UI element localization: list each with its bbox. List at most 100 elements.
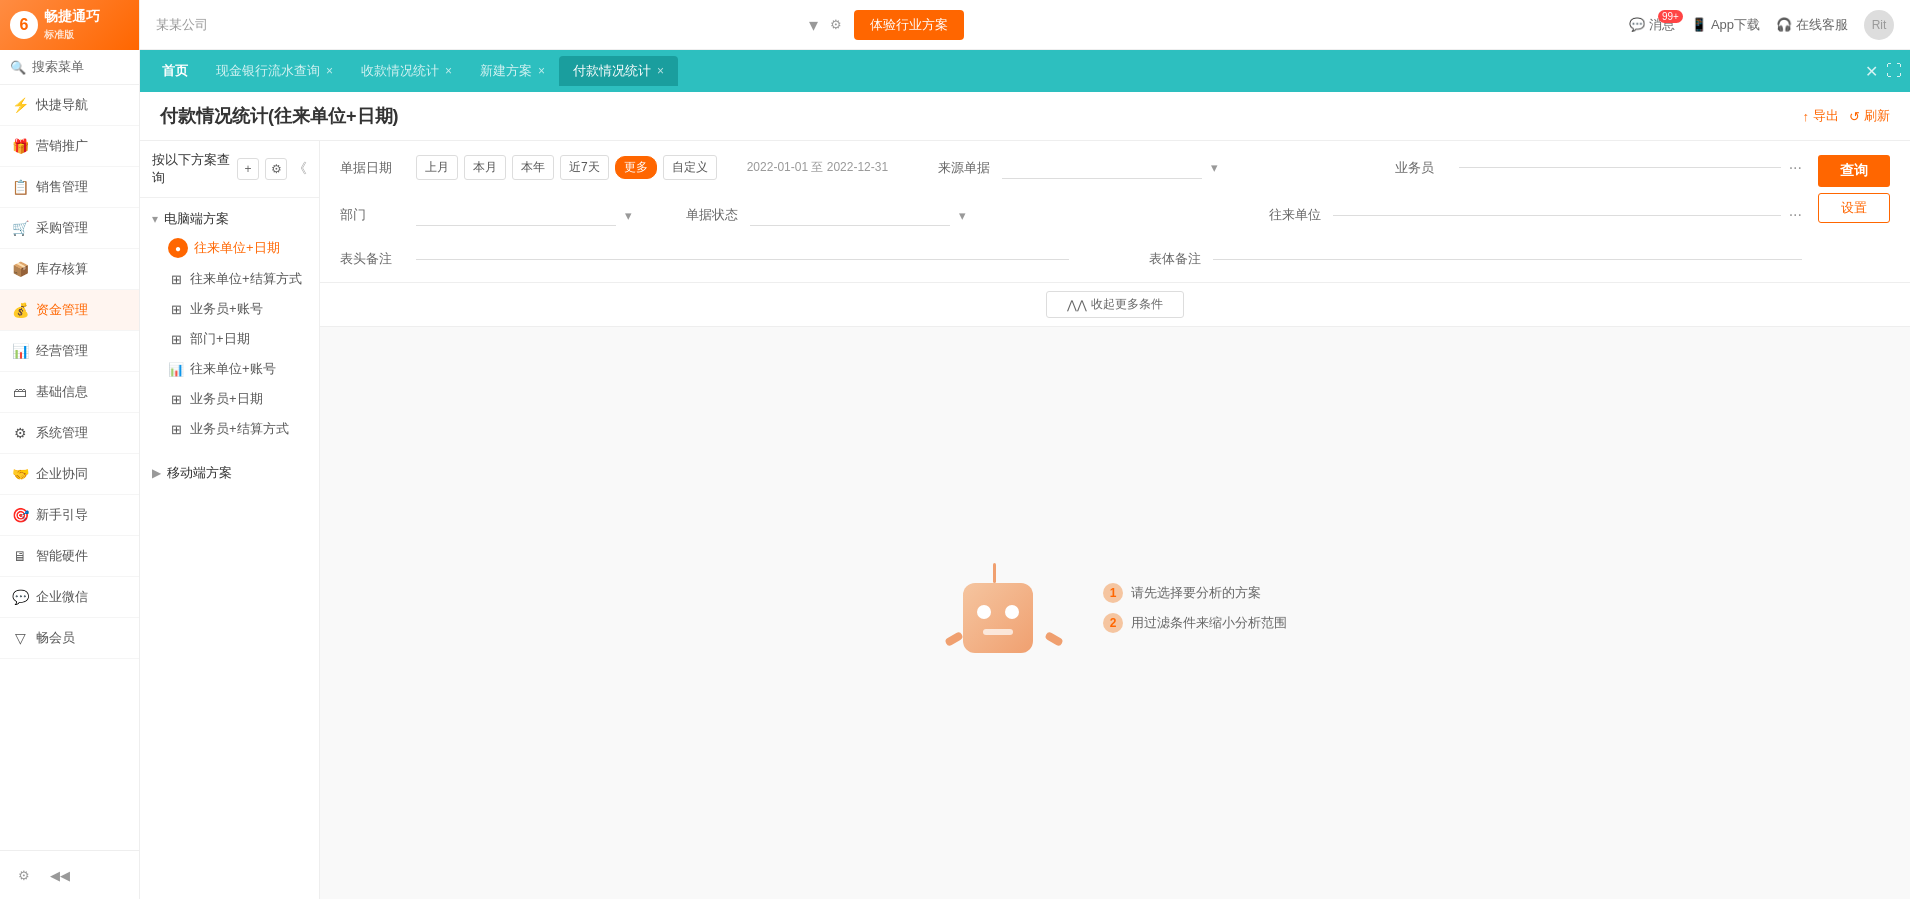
phone-icon: 📱 [1691, 17, 1707, 32]
app-download-btn[interactable]: 📱 App下载 [1691, 16, 1760, 34]
sidebar-item-member[interactable]: ▽ 畅会员 [0, 618, 139, 659]
sidebar-item-capital[interactable]: 💰 资金管理 [0, 290, 139, 331]
sidebar-item-sales[interactable]: 📋 销售管理 [0, 167, 139, 208]
scheme-table-icon: ⊞ [168, 301, 184, 317]
tab-bar: 首页 现金银行流水查询 × 收款情况统计 × 新建方案 × 付款情况统计 × ✕… [140, 50, 1910, 92]
sidebar-settings-btn[interactable]: ⚙ [10, 861, 38, 889]
sidebar-item-inventory[interactable]: 📦 库存核算 [0, 249, 139, 290]
hint-num-1: 1 [1103, 583, 1123, 603]
tab-new-scheme[interactable]: 新建方案 × [466, 56, 559, 86]
tab-receipt-stat-close[interactable]: × [445, 64, 452, 78]
tab-home[interactable]: 首页 [148, 56, 202, 86]
sidebar-collapse-btn[interactable]: ◀◀ [46, 861, 74, 889]
trial-btn[interactable]: 体验行业方案 [854, 10, 964, 40]
scheme-item-partner-date[interactable]: ● 往来单位+日期 [140, 232, 319, 264]
tab-home-label: 首页 [162, 62, 188, 80]
sidebar-item-hardware[interactable]: 🖥 智能硬件 [0, 536, 139, 577]
topbar-dropdown-icon[interactable]: ▾ [809, 14, 818, 36]
tab-bank-flow-close[interactable]: × [326, 64, 333, 78]
user-avatar[interactable]: Rit [1864, 10, 1894, 40]
sidebar-item-marketing[interactable]: 🎁 营销推广 [0, 126, 139, 167]
scheme-table-icon: ⊞ [168, 331, 184, 347]
scheme-item-dept-date[interactable]: ⊞ 部门+日期 [140, 324, 319, 354]
page-title: 付款情况统计(往来单位+日期) [160, 104, 399, 128]
robot-left-arm [944, 631, 964, 647]
filter-row-dept: 部门 单据状态 [340, 204, 1802, 226]
sidebar-footer: ⚙ ◀◀ [0, 850, 139, 899]
scheme-item-label: 往来单位+账号 [190, 360, 276, 378]
export-btn[interactable]: ↑ 导出 [1803, 107, 1840, 125]
sidebar-search[interactable]: 🔍 搜索菜单 [0, 50, 139, 85]
filter-settings-btn[interactable]: 设置 [1818, 193, 1890, 223]
scheme-mobile-label: 移动端方案 [167, 464, 232, 482]
tab-bank-flow[interactable]: 现金银行流水查询 × [202, 56, 347, 86]
salesman-label: 业务员 [1395, 159, 1451, 177]
sidebar-item-label: 采购管理 [36, 219, 88, 237]
robot-right-arm [1044, 631, 1064, 647]
tab-payment-stat-label: 付款情况统计 [573, 62, 651, 80]
date-btn-last-month[interactable]: 上月 [416, 155, 458, 180]
scheme-mobile-section: ▶ 移动端方案 [140, 452, 319, 494]
sidebar-item-wechat[interactable]: 💬 企业微信 [0, 577, 139, 618]
date-btn-last-7-days[interactable]: 近7天 [560, 155, 609, 180]
date-btn-this-year[interactable]: 本年 [512, 155, 554, 180]
sidebar-item-system[interactable]: ⚙ 系统管理 [0, 413, 139, 454]
scheme-panel: 按以下方案查询 + ⚙ 《 ▾ 电脑端方案 ● 往来单位+日期 [140, 141, 320, 899]
scheme-panel-header: 按以下方案查询 + ⚙ 《 [140, 141, 319, 198]
sidebar-item-label: 经营管理 [36, 342, 88, 360]
salesman-select-dots[interactable]: ··· [1789, 159, 1802, 177]
export-label: 导出 [1813, 107, 1839, 125]
sidebar-item-operation[interactable]: 📊 经营管理 [0, 331, 139, 372]
collapse-conditions-btn[interactable]: ⋀⋀ 收起更多条件 [1046, 291, 1184, 318]
sidebar-item-label: 畅会员 [36, 629, 75, 647]
sidebar-item-basic[interactable]: 🗃 基础信息 [0, 372, 139, 413]
topbar-gear-icon[interactable]: ⚙ [830, 17, 842, 32]
date-btn-more[interactable]: 更多 [615, 156, 657, 179]
scheme-item-partner-settlement[interactable]: ⊞ 往来单位+结算方式 [140, 264, 319, 294]
scheme-collapse-btn[interactable]: 《 [293, 160, 307, 178]
online-service-btn[interactable]: 🎧 在线客服 [1776, 16, 1848, 34]
partner-select-dots[interactable]: ··· [1789, 206, 1802, 224]
source-doc-select[interactable] [1002, 157, 1202, 179]
sidebar-item-enterprise[interactable]: 🤝 企业协同 [0, 454, 139, 495]
sidebar-header: 6 畅捷通巧 标准版 [0, 0, 139, 50]
scheme-item-salesman-date[interactable]: ⊞ 业务员+日期 [140, 384, 319, 414]
date-label: 单据日期 [340, 159, 396, 177]
scheme-item-partner-account[interactable]: 📊 往来单位+账号 [140, 354, 319, 384]
scheme-item-label: 业务员+账号 [190, 300, 263, 318]
doc-status-select[interactable] [750, 204, 950, 226]
scheme-add-btn[interactable]: + [237, 158, 259, 180]
dept-select[interactable] [416, 204, 616, 226]
query-btn[interactable]: 查询 [1818, 155, 1890, 187]
sidebar-nav: ⚡ 快捷导航 🎁 营销推广 📋 销售管理 🛒 采购管理 📦 库存核算 💰 资金管… [0, 85, 139, 850]
page-header: 付款情况统计(往来单位+日期) ↑ 导出 ↺ 刷新 [140, 92, 1910, 141]
sidebar-item-purchase[interactable]: 🛒 采购管理 [0, 208, 139, 249]
scheme-settings-btn[interactable]: ⚙ [265, 158, 287, 180]
date-btn-custom[interactable]: 自定义 [663, 155, 717, 180]
scheme-item-salesman-account[interactable]: ⊞ 业务员+账号 [140, 294, 319, 324]
chevron-down-icon: ▾ [152, 212, 158, 226]
tab-receipt-stat[interactable]: 收款情况统计 × [347, 56, 466, 86]
tab-new-scheme-close[interactable]: × [538, 64, 545, 78]
body-area: 按以下方案查询 + ⚙ 《 ▾ 电脑端方案 ● 往来单位+日期 [140, 141, 1910, 899]
hint-text-2: 用过滤条件来缩小分析范围 [1131, 614, 1287, 632]
export-icon: ↑ [1803, 109, 1810, 124]
scheme-section-desktop[interactable]: ▾ 电脑端方案 [140, 206, 319, 232]
sidebar-item-quick-nav[interactable]: ⚡ 快捷导航 [0, 85, 139, 126]
message-btn[interactable]: 💬 消息 99+ [1629, 16, 1675, 34]
hint-item-2: 2 用过滤条件来缩小分析范围 [1103, 613, 1287, 633]
scheme-item-salesman-settlement[interactable]: ⊞ 业务员+结算方式 [140, 414, 319, 444]
sidebar-item-label: 快捷导航 [36, 96, 88, 114]
sidebar-subtitle: 标准版 [44, 28, 100, 42]
refresh-btn[interactable]: ↺ 刷新 [1849, 107, 1890, 125]
tab-payment-stat[interactable]: 付款情况统计 × [559, 56, 678, 86]
tab-expand-icon[interactable]: ⛶ [1886, 62, 1902, 80]
operation-icon: 📊 [10, 341, 30, 361]
date-btns: 上月 本月 本年 近7天 更多 自定义 [416, 155, 717, 180]
date-btn-this-month[interactable]: 本月 [464, 155, 506, 180]
scheme-item-label: 业务员+结算方式 [190, 420, 289, 438]
tab-close-all-icon[interactable]: ✕ [1865, 62, 1878, 81]
tab-payment-stat-close[interactable]: × [657, 64, 664, 78]
scheme-section-mobile[interactable]: ▶ 移动端方案 [140, 460, 319, 486]
sidebar-item-guide[interactable]: 🎯 新手引导 [0, 495, 139, 536]
